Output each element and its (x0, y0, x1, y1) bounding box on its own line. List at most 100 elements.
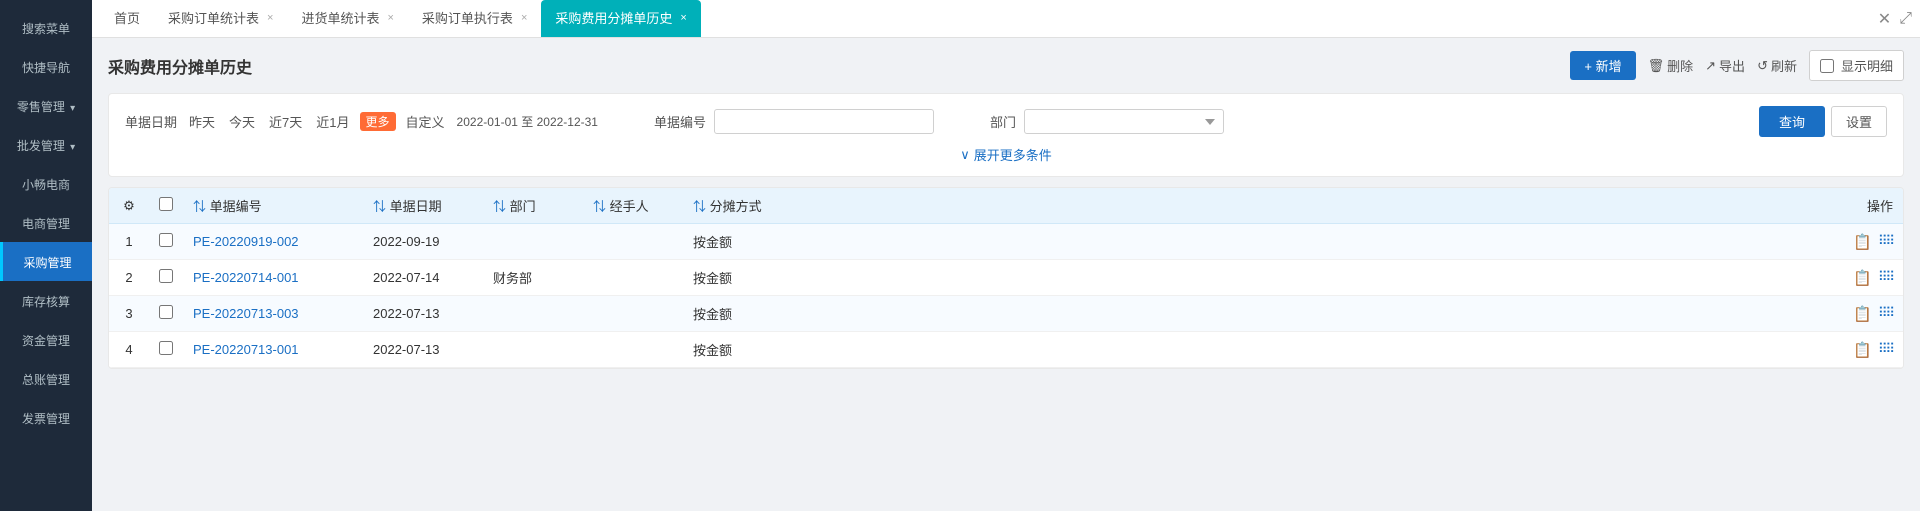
more-btn-2[interactable]: ⠿⠿ (1878, 305, 1893, 323)
date-range-display: 2022-01-01 至 2022-12-31 (457, 113, 598, 130)
setting-button[interactable]: 设置 (1831, 106, 1887, 137)
tab-expand-icon[interactable]: ⤢ (1899, 10, 1912, 28)
docno-input[interactable] (714, 109, 934, 134)
row-checkbox-2[interactable] (159, 305, 173, 319)
more-btn-1[interactable]: ⠿⠿ (1878, 269, 1893, 287)
row-checkbox-3[interactable] (159, 341, 173, 355)
th-gear[interactable]: ⚙ (109, 188, 149, 224)
table-row: 3 PE-20220713-003 2022-07-13 按金额 📋 ⠿⠿ (109, 296, 1903, 332)
cell-index-3: 4 (109, 332, 149, 368)
row-checkbox-1[interactable] (159, 269, 173, 283)
edit-btn-0[interactable]: 📋 (1853, 233, 1872, 251)
sort-icon: ⇅ (193, 199, 206, 214)
sidebar-item-ecom[interactable]: 电商管理 (0, 203, 92, 242)
more-btn[interactable]: 更多 (360, 112, 396, 131)
tab-close-purchase-stat[interactable]: × (267, 12, 273, 24)
cell-checkbox-1[interactable] (149, 260, 183, 296)
display-detail-button[interactable]: 显示明细 (1809, 50, 1904, 81)
more-btn-0[interactable]: ⠿⠿ (1878, 233, 1893, 251)
sidebar-item-finance[interactable]: 资金管理 (0, 320, 92, 359)
cell-no-0: PE-20220919-002 (183, 224, 363, 260)
sidebar-item-mini[interactable]: 小畅电商 (0, 164, 92, 203)
cell-handler-2 (583, 296, 683, 332)
sidebar-item-search[interactable]: 搜索菜单 (0, 8, 92, 47)
row-actions-3: 📋 ⠿⠿ (1833, 341, 1893, 359)
cell-handler-1 (583, 260, 683, 296)
row-actions-2: 📋 ⠿⠿ (1833, 305, 1893, 323)
doc-link-0[interactable]: PE-20220919-002 (193, 234, 299, 249)
add-button[interactable]: + 新增 (1570, 51, 1635, 80)
tab-purchase-cost[interactable]: 采购费用分摊单历史 × (541, 0, 700, 37)
cell-date-2: 2022-07-13 (363, 296, 483, 332)
doc-link-2[interactable]: PE-20220713-003 (193, 306, 299, 321)
query-button[interactable]: 查询 (1759, 106, 1825, 137)
tab-purchase-stat[interactable]: 采购订单统计表× (154, 0, 287, 37)
doc-link-1[interactable]: PE-20220714-001 (193, 270, 299, 285)
th-method: ⇅ 分摊方式 (683, 188, 1823, 224)
tab-close-purchase-cost[interactable]: × (680, 12, 686, 24)
cell-checkbox-3[interactable] (149, 332, 183, 368)
expand-arrow-icon: ∨ (960, 147, 970, 163)
tab-close-purchase-exec[interactable]: × (521, 12, 527, 24)
delete-button[interactable]: 🗑 删除 (1648, 56, 1694, 75)
tab-home[interactable]: 首页 (100, 0, 154, 37)
expand-more-btn[interactable]: ∨ 展开更多条件 (125, 145, 1887, 164)
sidebar-item-quick[interactable]: 快捷导航 (0, 47, 92, 86)
cell-dept-3 (483, 332, 583, 368)
tab-label-purchase-cost: 采购费用分摊单历史 (555, 8, 672, 27)
cell-index-2: 3 (109, 296, 149, 332)
sidebar-label-invoice: 发票管理 (4, 410, 88, 427)
tab-bar: 首页采购订单统计表×进货单统计表×采购订单执行表×采购费用分摊单历史× ✕ ⤢ (92, 0, 1920, 38)
date-filter-group: 单据日期 昨天 今天 近7天 近1月 更多 自定义 2022-01-01 至 2… (125, 111, 598, 132)
cell-method-1: 按金额 (683, 260, 1823, 296)
select-all-checkbox[interactable] (159, 197, 173, 211)
header-actions: + 新增 🗑 删除 ↗ 导出 ↺ 刷新 显示明细 (1570, 50, 1904, 81)
export-button[interactable]: ↗ 导出 (1705, 56, 1745, 75)
sidebar-item-inventory[interactable]: 库存核算 (0, 281, 92, 320)
dept-select[interactable]: 财务部 (1024, 109, 1224, 134)
tab-close-icon[interactable]: ✕ (1878, 9, 1891, 29)
edit-btn-1[interactable]: 📋 (1853, 269, 1872, 287)
th-checkbox[interactable] (149, 188, 183, 224)
tab-label-stock-stat: 进货单统计表 (301, 8, 379, 27)
tab-close-stock-stat[interactable]: × (387, 12, 393, 24)
sidebar-item-invoice[interactable]: 发票管理 (0, 398, 92, 437)
sidebar-label-ledger: 总账管理 (4, 371, 88, 388)
sort-icon-method: ⇅ (693, 199, 706, 214)
month-btn[interactable]: 近1月 (312, 111, 353, 132)
column-settings-icon[interactable]: ⚙ (123, 198, 135, 213)
delete-icon: 🗑 (1648, 58, 1665, 74)
sidebar-item-purchase[interactable]: 采购管理 (0, 242, 92, 281)
today-btn[interactable]: 今天 (225, 111, 259, 132)
row-checkbox-0[interactable] (159, 233, 173, 247)
cell-dept-2 (483, 296, 583, 332)
doc-link-3[interactable]: PE-20220713-001 (193, 342, 299, 357)
page-content: 采购费用分摊单历史 + 新增 🗑 删除 ↗ 导出 ↺ 刷新 显示明细 (92, 38, 1920, 511)
cell-checkbox-0[interactable] (149, 224, 183, 260)
sidebar-item-ledger[interactable]: 总账管理 (0, 359, 92, 398)
row-actions-1: 📋 ⠿⠿ (1833, 269, 1893, 287)
tab-stock-stat[interactable]: 进货单统计表 × (287, 0, 407, 37)
sidebar-item-wholesale[interactable]: 批发管理 ▾ (0, 125, 92, 164)
cell-date-0: 2022-09-19 (363, 224, 483, 260)
cell-checkbox-2[interactable] (149, 296, 183, 332)
yesterday-btn[interactable]: 昨天 (185, 111, 219, 132)
sidebar-item-retail[interactable]: 零售管理 ▾ (0, 86, 92, 125)
sidebar-label-inventory: 库存核算 (4, 293, 88, 310)
more-btn-3[interactable]: ⠿⠿ (1878, 341, 1893, 359)
table-row: 1 PE-20220919-002 2022-09-19 按金额 📋 ⠿⠿ (109, 224, 1903, 260)
tab-purchase-exec[interactable]: 采购订单执行表× (408, 0, 541, 37)
sidebar-label-finance: 资金管理 (4, 332, 88, 349)
custom-btn[interactable]: 自定义 (402, 111, 449, 132)
display-detail-checkbox[interactable] (1820, 59, 1834, 73)
docno-filter-label: 单据编号 (654, 112, 706, 131)
refresh-icon: ↺ (1757, 58, 1768, 74)
edit-btn-3[interactable]: 📋 (1853, 341, 1872, 359)
refresh-button[interactable]: ↺ 刷新 (1757, 56, 1797, 75)
sidebar-label-purchase: 采购管理 (7, 254, 88, 271)
week-btn[interactable]: 近7天 (265, 111, 306, 132)
cell-actions-0: 📋 ⠿⠿ (1823, 224, 1903, 260)
cell-actions-2: 📋 ⠿⠿ (1823, 296, 1903, 332)
edit-btn-2[interactable]: 📋 (1853, 305, 1872, 323)
sort-icon-dept: ⇅ (493, 199, 506, 214)
